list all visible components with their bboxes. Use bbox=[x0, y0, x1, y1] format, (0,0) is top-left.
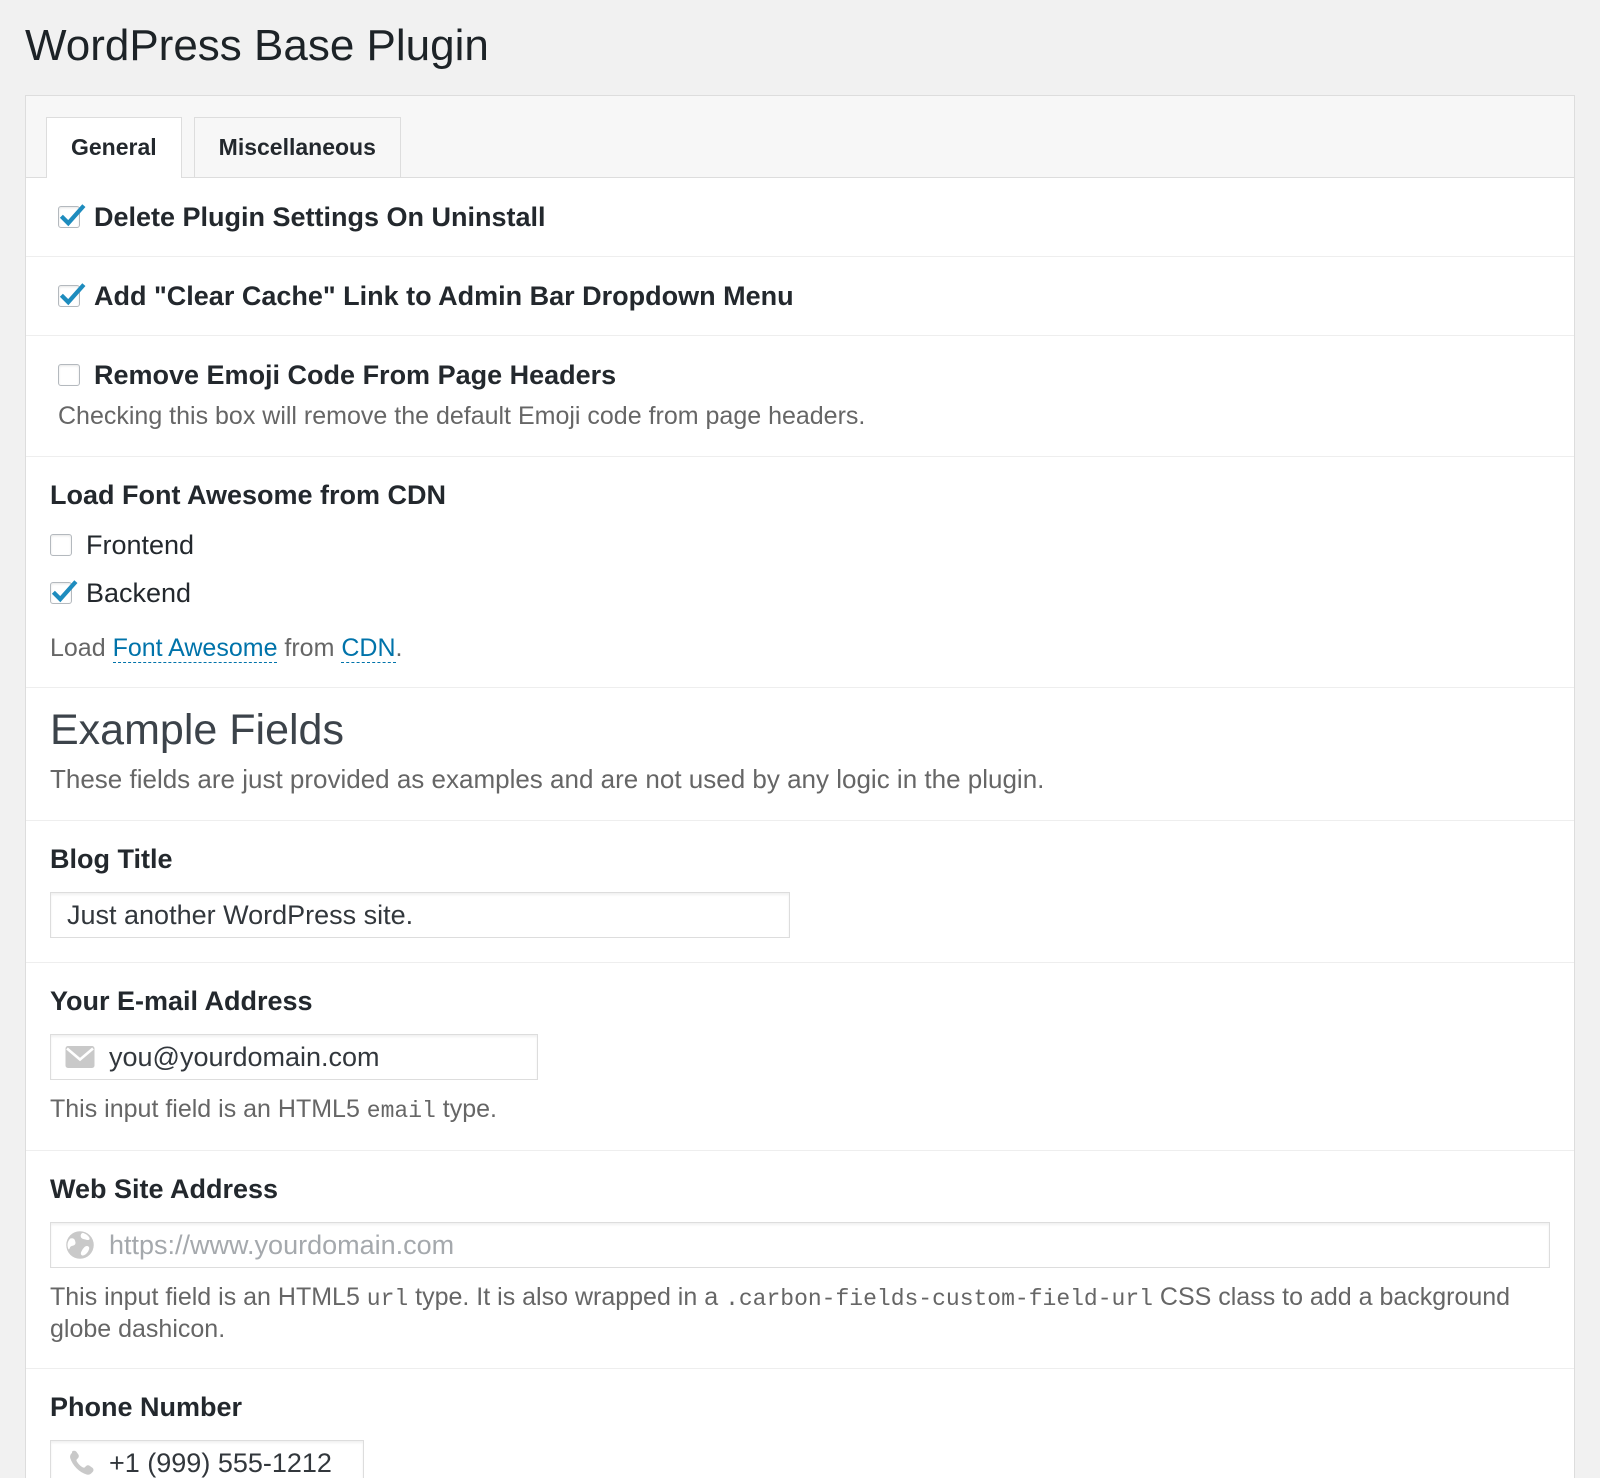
website-help-text: This input field is an HTML5 url type. I… bbox=[50, 1282, 1550, 1344]
website-input[interactable] bbox=[50, 1222, 1550, 1268]
setting-row-delete-settings: Delete Plugin Settings On Uninstall bbox=[26, 178, 1574, 257]
url-type-code: url bbox=[367, 1286, 408, 1312]
settings-panel: General Miscellaneous Delete Plugin Sett… bbox=[25, 95, 1575, 1478]
field-row-phone: Phone Number bbox=[26, 1369, 1574, 1478]
setting-row-clear-cache: Add "Clear Cache" Link to Admin Bar Drop… bbox=[26, 257, 1574, 336]
page-title: WordPress Base Plugin bbox=[25, 0, 1575, 95]
help-text-part: from bbox=[277, 634, 341, 662]
font-awesome-group-label: Load Font Awesome from CDN bbox=[50, 481, 1550, 509]
check-icon bbox=[49, 576, 79, 606]
blog-title-input-wrap bbox=[50, 892, 1550, 938]
help-text-part: type. It is also wrapped in a bbox=[408, 1283, 725, 1311]
delete-settings-checkbox[interactable] bbox=[58, 206, 80, 228]
cdn-link[interactable]: CDN bbox=[341, 634, 395, 663]
frontend-checkbox[interactable] bbox=[50, 534, 72, 556]
section-description: These fields are just provided as exampl… bbox=[50, 764, 1550, 794]
check-icon bbox=[57, 200, 87, 230]
tab-general[interactable]: General bbox=[46, 117, 182, 178]
help-text-part: type. bbox=[436, 1095, 497, 1123]
website-input-wrap bbox=[50, 1222, 1550, 1268]
help-text-part: Load bbox=[50, 634, 113, 662]
help-text-part: This input field is an HTML5 bbox=[50, 1283, 367, 1311]
font-awesome-link[interactable]: Font Awesome bbox=[113, 634, 278, 663]
admin-page: WordPress Base Plugin General Miscellane… bbox=[0, 0, 1600, 1478]
clear-cache-label: Add "Clear Cache" Link to Admin Bar Drop… bbox=[94, 282, 794, 310]
help-text-part: This input field is an HTML5 bbox=[50, 1095, 367, 1123]
clear-cache-checkbox[interactable] bbox=[58, 285, 80, 307]
delete-settings-label: Delete Plugin Settings On Uninstall bbox=[94, 203, 546, 231]
frontend-label: Frontend bbox=[86, 531, 194, 559]
blog-title-input[interactable] bbox=[50, 892, 790, 938]
website-label: Web Site Address bbox=[50, 1175, 1550, 1203]
example-fields-section-header: Example Fields These fields are just pro… bbox=[26, 688, 1574, 821]
email-label: Your E-mail Address bbox=[50, 987, 1550, 1015]
css-class-code: .carbon-fields-custom-field-url bbox=[725, 1286, 1153, 1312]
remove-emoji-checkbox[interactable] bbox=[58, 364, 80, 386]
phone-label: Phone Number bbox=[50, 1393, 1550, 1421]
setting-row-remove-emoji: Remove Emoji Code From Page Headers Chec… bbox=[26, 336, 1574, 457]
tab-miscellaneous[interactable]: Miscellaneous bbox=[194, 117, 401, 177]
check-icon bbox=[57, 279, 87, 309]
blog-title-label: Blog Title bbox=[50, 845, 1550, 873]
remove-emoji-help-text: Checking this box will remove the defaul… bbox=[58, 401, 1550, 431]
font-awesome-options: Frontend Backend bbox=[50, 531, 1550, 607]
email-input-wrap bbox=[50, 1034, 1550, 1080]
email-input[interactable] bbox=[50, 1034, 538, 1080]
email-type-code: email bbox=[367, 1098, 436, 1124]
remove-emoji-label: Remove Emoji Code From Page Headers bbox=[94, 361, 616, 389]
phone-input-wrap bbox=[50, 1440, 1550, 1478]
field-row-email: Your E-mail Address This input field is … bbox=[26, 963, 1574, 1151]
backend-label: Backend bbox=[86, 579, 191, 607]
backend-checkbox[interactable] bbox=[50, 582, 72, 604]
section-title: Example Fields bbox=[50, 704, 1550, 756]
phone-input[interactable] bbox=[50, 1440, 364, 1478]
field-row-blog-title: Blog Title bbox=[26, 821, 1574, 963]
help-text-part: . bbox=[396, 634, 403, 662]
field-row-website: Web Site Address This input field is an … bbox=[26, 1151, 1574, 1369]
setting-row-font-awesome: Load Font Awesome from CDN Frontend Back… bbox=[26, 457, 1574, 688]
font-awesome-help-text: Load Font Awesome from CDN. bbox=[50, 633, 1550, 663]
email-help-text: This input field is an HTML5 email type. bbox=[50, 1094, 1550, 1126]
tab-bar: General Miscellaneous bbox=[26, 96, 1574, 178]
